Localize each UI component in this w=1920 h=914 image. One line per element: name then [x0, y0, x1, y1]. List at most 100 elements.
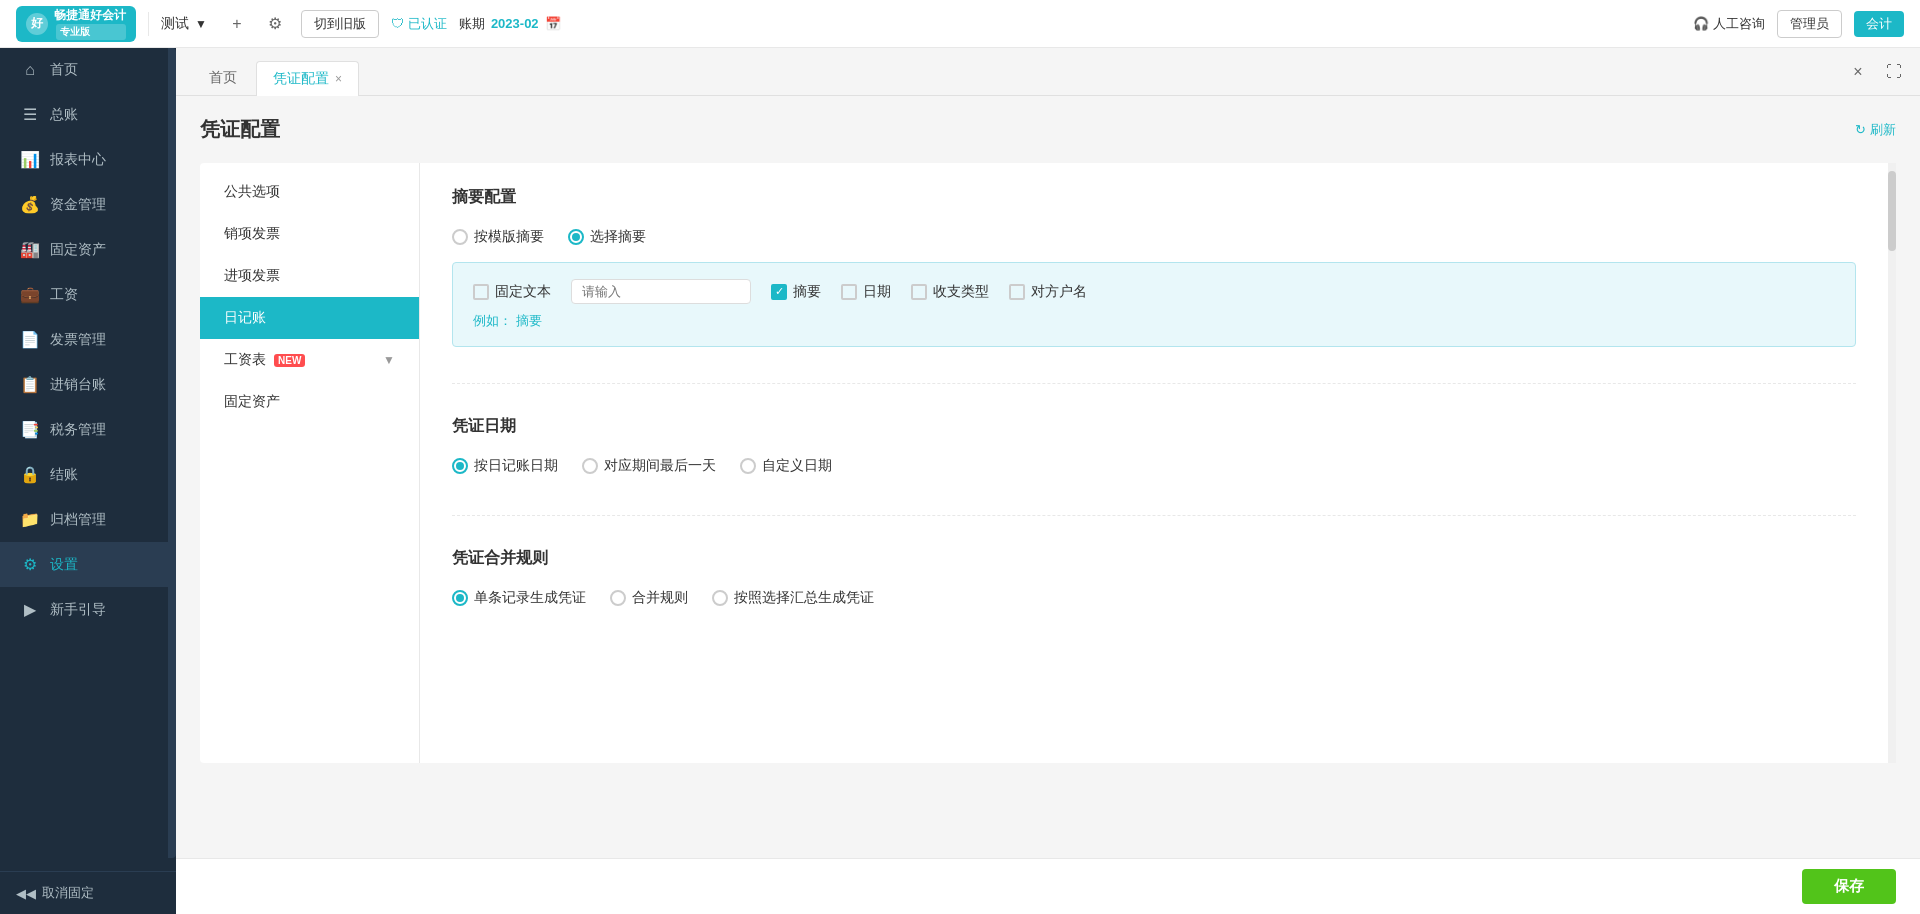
config-content: 摘要配置 按模版摘要 选择摘要 — [420, 163, 1888, 763]
switch-version-button[interactable]: 切到旧版 — [301, 10, 379, 38]
page-title: 凭证配置 — [200, 116, 280, 143]
checkbox-summary[interactable]: ✓ 摘要 — [771, 283, 821, 301]
checkbox-box-fixed-text — [473, 284, 489, 300]
project-selector[interactable]: 测试 ▼ — [161, 15, 207, 33]
sidebar-item-archive[interactable]: 📁 归档管理 — [0, 497, 176, 542]
config-nav-journal[interactable]: 日记账 — [200, 297, 419, 339]
fund-icon: 💰 — [20, 195, 40, 214]
radio-daily[interactable]: 按日记账日期 — [452, 457, 558, 475]
radio-circle-select-merge — [712, 590, 728, 606]
sidebar-item-label: 税务管理 — [50, 421, 106, 439]
radio-select[interactable]: 选择摘要 — [568, 228, 646, 246]
sidebar-item-label: 资金管理 — [50, 196, 106, 214]
checkbox-income-type[interactable]: 收支类型 — [911, 283, 989, 301]
date-section-title: 凭证日期 — [452, 416, 1856, 437]
topbar-right: 🎧 人工咨询 管理员 会计 — [1693, 10, 1904, 38]
checkbox-date[interactable]: 日期 — [841, 283, 891, 301]
tab-bar-actions: × ⛶ — [1844, 58, 1908, 86]
sidebar-item-invoice[interactable]: 📄 发票管理 — [0, 317, 176, 362]
scrollbar-track[interactable] — [1888, 163, 1896, 763]
page-title-row: 凭证配置 ↻ 刷新 — [200, 116, 1896, 143]
cancel-fixed-button[interactable]: ◀◀ 取消固定 — [16, 884, 160, 902]
radio-custom-date[interactable]: 自定义日期 — [740, 457, 832, 475]
user-button[interactable]: 管理员 — [1777, 10, 1842, 38]
calendar-icon[interactable]: 📅 — [545, 16, 561, 31]
radio-circle-period-last — [582, 458, 598, 474]
radio-period-last[interactable]: 对应期间最后一天 — [582, 457, 716, 475]
page-content: 凭证配置 ↻ 刷新 公共选项 销项发票 — [176, 96, 1920, 858]
tab-close-icon[interactable]: × — [335, 72, 342, 86]
sidebar-item-label: 进销台账 — [50, 376, 106, 394]
sidebar-item-label: 总账 — [50, 106, 78, 124]
checkbox-counterpart[interactable]: 对方户名 — [1009, 283, 1087, 301]
tab-voucher-config[interactable]: 凭证配置 × — [256, 61, 359, 96]
radio-circle-merge — [610, 590, 626, 606]
settings-icon: ⚙ — [20, 555, 40, 574]
sidebar-item-tax[interactable]: 📑 税务管理 — [0, 407, 176, 452]
sidebar-item-close[interactable]: 🔒 结账 — [0, 452, 176, 497]
merge-section-title: 凭证合并规则 — [452, 548, 1856, 569]
example-text: 例如： 摘要 — [473, 312, 1835, 330]
sidebar-item-settings[interactable]: ⚙ 设置 — [0, 542, 176, 587]
fullscreen-button[interactable]: ⛶ — [1880, 58, 1908, 86]
config-nav-purchase[interactable]: 进项发票 — [200, 255, 419, 297]
checkbox-fixed-text[interactable]: 固定文本 — [473, 283, 551, 301]
headset-icon: 🎧 — [1693, 16, 1709, 31]
checkbox-box-counterpart — [1009, 284, 1025, 300]
add-button[interactable]: + — [223, 10, 251, 38]
save-button[interactable]: 保存 — [1802, 869, 1896, 904]
sidebar-item-label: 新手引导 — [50, 601, 106, 619]
new-badge: NEW — [274, 354, 305, 367]
radio-merge[interactable]: 合并规则 — [610, 589, 688, 607]
consult-button[interactable]: 🎧 人工咨询 — [1693, 15, 1765, 33]
close-books-icon: 🔒 — [20, 465, 40, 484]
pin-icon: ◀◀ — [16, 886, 36, 901]
main-layout: ⌂ 首页 ☰ 总账 📊 报表中心 💰 资金管理 🏭 固定资产 💼 工资 — [0, 48, 1920, 914]
sidebar-item-label: 首页 — [50, 61, 78, 79]
sidebar-item-home[interactable]: ⌂ 首页 — [0, 48, 176, 92]
refresh-button[interactable]: ↻ 刷新 — [1855, 121, 1896, 139]
sales-ledger-icon: 📋 — [20, 375, 40, 394]
sidebar-item-sales-ledger[interactable]: 📋 进销台账 — [0, 362, 176, 407]
topbar-divider — [148, 12, 149, 36]
expand-icon: ▼ — [383, 353, 395, 367]
date-radio-group: 按日记账日期 对应期间最后一天 自定义日期 — [452, 457, 1856, 475]
date-section: 凭证日期 按日记账日期 对应期间最后一天 — [452, 416, 1856, 516]
sidebar-item-guide[interactable]: ▶ 新手引导 — [0, 587, 176, 632]
summary-options-row: 固定文本 ✓ 摘要 — [473, 279, 1835, 304]
close-tab-button[interactable]: × — [1844, 58, 1872, 86]
tab-home[interactable]: 首页 — [192, 60, 254, 95]
sidebar-item-label: 结账 — [50, 466, 78, 484]
checkbox-box-date — [841, 284, 857, 300]
summary-section-title: 摘要配置 — [452, 187, 1856, 208]
radio-template[interactable]: 按模版摘要 — [452, 228, 544, 246]
radio-select-merge[interactable]: 按照选择汇总生成凭证 — [712, 589, 874, 607]
content-area: 首页 凭证配置 × × ⛶ 凭证配置 ↻ 刷新 — [176, 48, 1920, 914]
radio-circle-single — [452, 590, 468, 606]
sidebar-item-ledger[interactable]: ☰ 总账 — [0, 92, 176, 137]
config-nav-fixed-assets[interactable]: 固定资产 — [200, 381, 419, 423]
config-nav-salary-table[interactable]: 工资表 NEW ▼ — [200, 339, 419, 381]
sidebar-item-fixed-assets[interactable]: 🏭 固定资产 — [0, 227, 176, 272]
fixed-assets-icon: 🏭 — [20, 240, 40, 259]
sidebar-item-salary[interactable]: 💼 工资 — [0, 272, 176, 317]
tax-icon: 📑 — [20, 420, 40, 439]
config-nav-public[interactable]: 公共选项 — [200, 171, 419, 213]
settings-button[interactable]: ⚙ — [261, 10, 289, 38]
logo-text: 畅捷通好会计 专业版 — [54, 7, 126, 40]
radio-single[interactable]: 单条记录生成凭证 — [452, 589, 586, 607]
sidebar-item-label: 报表中心 — [50, 151, 106, 169]
topbar: 好 畅捷通好会计 专业版 测试 ▼ + ⚙ 切到旧版 🛡 已认证 账期 2023… — [0, 0, 1920, 48]
sidebar-scroll: ⌂ 首页 ☰ 总账 📊 报表中心 💰 资金管理 🏭 固定资产 💼 工资 — [0, 48, 176, 871]
checkbox-box-income-type — [911, 284, 927, 300]
logo: 好 畅捷通好会计 专业版 — [16, 6, 136, 42]
fixed-text-input[interactable] — [571, 279, 751, 304]
chevron-down-icon: ▼ — [195, 17, 207, 31]
sidebar-item-fund[interactable]: 💰 资金管理 — [0, 182, 176, 227]
accountant-button[interactable]: 会计 — [1854, 11, 1904, 37]
merge-section: 凭证合并规则 单条记录生成凭证 合并规则 — [452, 548, 1856, 647]
tab-bar: 首页 凭证配置 × × ⛶ — [176, 48, 1920, 96]
scrollbar-thumb — [1888, 171, 1896, 251]
sidebar-item-report[interactable]: 📊 报表中心 — [0, 137, 176, 182]
config-nav-sales[interactable]: 销项发票 — [200, 213, 419, 255]
